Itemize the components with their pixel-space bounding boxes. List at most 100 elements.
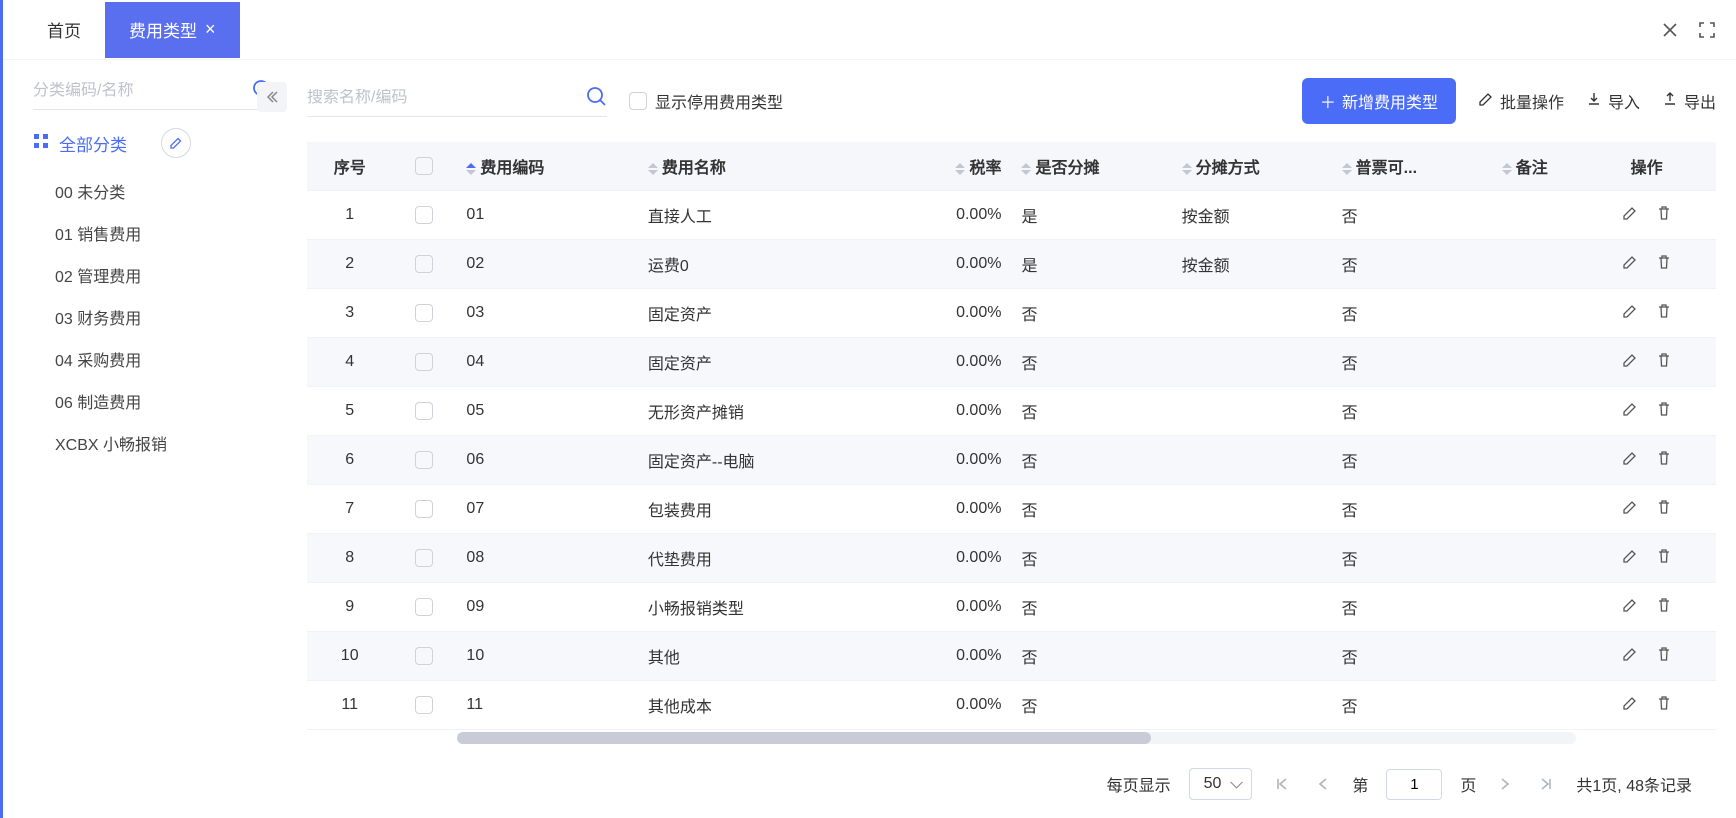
horizontal-scrollbar[interactable] [457,732,1576,744]
checkbox-icon [415,255,433,273]
collapse-sidebar-button[interactable] [257,82,287,112]
category-item[interactable]: 03 财务费用 [55,296,273,338]
expense-table: 序号 费用编码 费用名称 税率 是否分摊 分摊方式 普票可... 备注 操作 [307,142,1716,730]
batch-operate-button[interactable]: 批量操作 [1478,89,1564,113]
table-row[interactable]: 303固定资产0.00%否否 [307,289,1716,338]
col-code[interactable]: 费用编码 [456,142,637,191]
table-row[interactable]: 707包装费用0.00%否否 [307,485,1716,534]
cell-checkbox[interactable] [392,436,456,485]
cell-remark [1492,632,1577,681]
cell-bill: 否 [1332,583,1492,632]
delete-icon[interactable] [1656,401,1672,422]
edit-icon[interactable] [1622,695,1638,716]
category-item[interactable]: 04 采购费用 [55,338,273,380]
table-row[interactable]: 505无形资产摊销0.00%否否 [307,387,1716,436]
delete-icon[interactable] [1656,450,1672,471]
delete-icon[interactable] [1656,646,1672,667]
checkbox-icon [629,92,647,110]
checkbox-icon [415,549,433,567]
table-row[interactable]: 606固定资产--电脑0.00%否否 [307,436,1716,485]
category-item[interactable]: 02 管理费用 [55,254,273,296]
edit-icon[interactable] [1622,254,1638,275]
category-item[interactable]: 06 制造费用 [55,380,273,422]
table-row[interactable]: 404固定资产0.00%否否 [307,338,1716,387]
edit-icon[interactable] [1622,450,1638,471]
close-all-icon[interactable] [1660,20,1680,40]
show-disabled-checkbox[interactable]: 显示停用费用类型 [629,89,783,113]
col-bill[interactable]: 普票可... [1332,142,1492,191]
cell-rate: 0.00% [883,289,1011,338]
col-remark[interactable]: 备注 [1492,142,1577,191]
cell-checkbox[interactable] [392,681,456,730]
col-rate[interactable]: 税率 [883,142,1011,191]
tab-home[interactable]: 首页 [23,2,105,58]
cell-checkbox[interactable] [392,338,456,387]
cell-actions [1577,534,1716,583]
cell-checkbox[interactable] [392,387,456,436]
edit-icon[interactable] [1622,401,1638,422]
col-method[interactable]: 分摊方式 [1172,142,1332,191]
checkbox-icon[interactable] [415,157,433,175]
scrollbar-thumb[interactable] [457,732,1151,744]
col-index[interactable]: 序号 [307,142,392,191]
delete-icon[interactable] [1656,352,1672,373]
delete-icon[interactable] [1656,205,1672,226]
import-icon [1586,91,1602,112]
table-row[interactable]: 101直接人工0.00%是按金额否 [307,191,1716,240]
edit-icon[interactable] [1622,205,1638,226]
cell-rate: 0.00% [883,240,1011,289]
fullscreen-icon[interactable] [1698,21,1716,39]
table-row[interactable]: 808代垫费用0.00%否否 [307,534,1716,583]
add-expense-type-button[interactable]: ＋ 新增费用类型 [1302,78,1456,124]
cell-checkbox[interactable] [392,485,456,534]
table-row[interactable]: 1111其他成本0.00%否否 [307,681,1716,730]
tab-home-label: 首页 [47,17,81,42]
edit-icon[interactable] [1622,548,1638,569]
delete-icon[interactable] [1656,548,1672,569]
col-checkbox[interactable] [392,142,456,191]
edit-icon[interactable] [1622,646,1638,667]
table-row[interactable]: 202运费00.00%是按金额否 [307,240,1716,289]
category-item[interactable]: XCBX 小畅报销 [55,422,273,464]
edit-icon[interactable] [1622,597,1638,618]
table-row[interactable]: 909小畅报销类型0.00%否否 [307,583,1716,632]
cell-checkbox[interactable] [392,534,456,583]
prev-page-button[interactable] [1312,773,1334,795]
delete-icon[interactable] [1656,499,1672,520]
delete-icon[interactable] [1656,303,1672,324]
page-input[interactable] [1386,769,1442,800]
sidebar-search-input[interactable] [33,82,251,100]
import-button[interactable]: 导入 [1586,89,1640,113]
category-root[interactable]: 全部分类 [33,128,273,158]
first-page-button[interactable] [1270,772,1294,796]
table-row[interactable]: 1010其他0.00%否否 [307,632,1716,681]
search-icon[interactable] [585,85,607,110]
per-page-select[interactable]: 50 [1189,768,1253,800]
edit-icon[interactable] [1622,303,1638,324]
cell-checkbox[interactable] [392,632,456,681]
cell-checkbox[interactable] [392,240,456,289]
cell-checkbox[interactable] [392,289,456,338]
table-scroll[interactable]: 序号 费用编码 费用名称 税率 是否分摊 分摊方式 普票可... 备注 操作 [307,142,1716,750]
cell-index: 7 [307,485,392,534]
next-page-button[interactable] [1494,773,1516,795]
cell-rate: 0.00% [883,191,1011,240]
col-name[interactable]: 费用名称 [638,142,884,191]
col-share[interactable]: 是否分摊 [1011,142,1171,191]
close-icon[interactable]: × [205,19,216,40]
cell-remark [1492,534,1577,583]
delete-icon[interactable] [1656,695,1672,716]
tab-expense-type[interactable]: 费用类型 × [105,2,240,58]
cell-checkbox[interactable] [392,191,456,240]
edit-icon[interactable] [1622,499,1638,520]
delete-icon[interactable] [1656,597,1672,618]
category-item[interactable]: 01 销售费用 [55,212,273,254]
main-search-input[interactable] [307,89,585,107]
edit-icon[interactable] [161,128,191,158]
delete-icon[interactable] [1656,254,1672,275]
category-item[interactable]: 00 未分类 [55,170,273,212]
last-page-button[interactable] [1534,772,1558,796]
cell-checkbox[interactable] [392,583,456,632]
export-button[interactable]: 导出 [1662,89,1716,113]
edit-icon[interactable] [1622,352,1638,373]
